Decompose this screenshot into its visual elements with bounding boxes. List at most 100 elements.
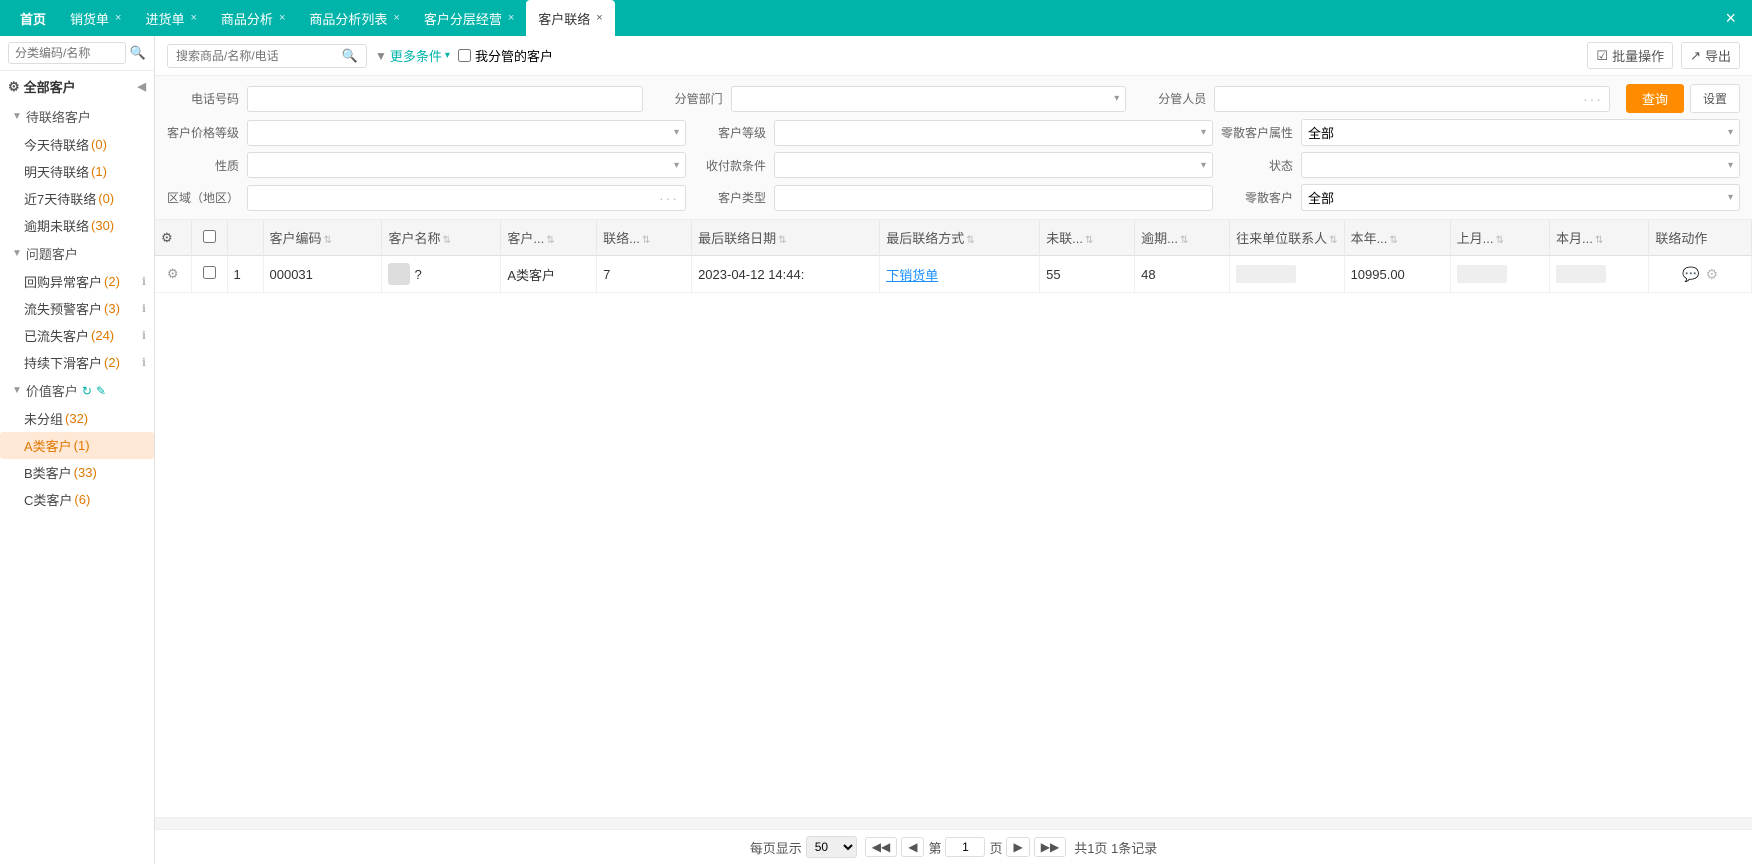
last-date-column-header[interactable]: 最后联络日期⇅ xyxy=(692,220,880,256)
more-icon: ··· xyxy=(1583,91,1603,107)
sidebar-item-declining[interactable]: 持续下滑客户(2) ℹ xyxy=(0,349,154,376)
name-column-header[interactable]: 客户名称⇅ xyxy=(382,220,501,256)
more-conditions-button[interactable]: ▼ 更多条件 ▾ xyxy=(375,46,450,65)
close-icon[interactable]: × xyxy=(190,12,196,24)
horizontal-scrollbar[interactable] xyxy=(155,817,1752,829)
nav-tab-home[interactable]: 首页 xyxy=(8,0,58,36)
my-customers-checkbox-input[interactable] xyxy=(458,49,471,62)
row-index: 1 xyxy=(227,256,263,293)
close-icon[interactable]: × xyxy=(279,12,285,24)
select-all-checkbox[interactable] xyxy=(203,230,216,243)
overdue-column-header[interactable]: 逾期...⇅ xyxy=(1135,220,1230,256)
last-month-column-header[interactable]: 上月...⇅ xyxy=(1450,220,1549,256)
chevron-down-icon: ▾ xyxy=(1201,127,1206,138)
unit-contact-column-header[interactable]: 往来单位联系人⇅ xyxy=(1230,220,1344,256)
row-checkbox-cell[interactable] xyxy=(191,256,227,293)
sidebar-item-overdue[interactable]: 逾期未联络(30) xyxy=(0,212,154,239)
my-customers-checkbox[interactable]: 我分管的客户 xyxy=(458,46,553,65)
status-field: 状态 ▾ xyxy=(1221,152,1740,178)
refresh-icon[interactable]: ↻ xyxy=(82,384,92,398)
settings-button[interactable]: 设置 xyxy=(1690,84,1740,113)
chevron-down-icon: ▾ xyxy=(1114,93,1119,104)
settings-column-header[interactable]: ⚙ xyxy=(155,220,191,256)
phone-input[interactable] xyxy=(247,86,643,112)
code-column-header[interactable]: 客户编码⇅ xyxy=(263,220,382,256)
sidebar-search-input[interactable] xyxy=(8,42,126,64)
row-name[interactable]: ? xyxy=(382,256,501,293)
first-page-button[interactable]: ◀◀ xyxy=(865,837,897,857)
row-last-date: 2023-04-12 14:44: xyxy=(692,256,880,293)
all-customers-header[interactable]: ⚙ 全部客户 ◀ xyxy=(0,71,154,102)
sidebar-item-class-a[interactable]: A类客户(1) xyxy=(0,432,154,459)
close-icon[interactable]: × xyxy=(596,12,602,24)
page-size-select-input[interactable]: 50 100 200 xyxy=(806,836,857,858)
nav-tab-customer-contact[interactable]: 客户联络 × xyxy=(526,0,614,36)
contact-column-header[interactable]: 联络...⇅ xyxy=(597,220,692,256)
export-button[interactable]: ↗ 导出 xyxy=(1681,42,1740,69)
close-icon[interactable]: × xyxy=(115,12,121,24)
sidebar-search-button[interactable]: 🔍 xyxy=(130,45,146,61)
customer-type-field: 客户类型 xyxy=(694,185,1213,211)
sidebar-item-churn-warning[interactable]: 流失预警客户(3) ℹ xyxy=(0,295,154,322)
close-window-button[interactable]: × xyxy=(1717,8,1744,29)
filter-search-input[interactable] xyxy=(176,49,342,63)
price-level-select[interactable]: ▾ xyxy=(247,120,686,146)
sidebar: 🔍 ⚙ 全部客户 ◀ ▼ 待联络客户 今天待联络(0) 明天待联络(1) 近7天… xyxy=(0,36,155,864)
this-month-column-header[interactable]: 本月...⇅ xyxy=(1549,220,1648,256)
prev-page-button[interactable]: ◀ xyxy=(901,837,924,857)
status-select[interactable]: ▾ xyxy=(1301,152,1740,178)
row-gear[interactable]: ⚙ xyxy=(155,256,191,293)
sidebar-item-today[interactable]: 今天待联络(0) xyxy=(0,131,154,158)
sort-icon: ⇅ xyxy=(1389,235,1397,246)
checkbox-column-header[interactable] xyxy=(191,220,227,256)
sidebar-item-class-c[interactable]: C类客户(6) xyxy=(0,486,154,513)
nav-tab-customer-segment[interactable]: 客户分层经营 × xyxy=(412,0,526,36)
close-icon[interactable]: × xyxy=(508,12,514,24)
nav-tab-analysis-list[interactable]: 商品分析列表 × xyxy=(297,0,411,36)
query-button[interactable]: 查询 xyxy=(1626,84,1684,113)
pending-group-label[interactable]: ▼ 待联络客户 xyxy=(0,102,154,131)
nature-select[interactable]: ▾ xyxy=(247,152,686,178)
customer-type-input[interactable] xyxy=(774,185,1213,211)
arrow-down-icon: ▼ xyxy=(12,248,22,259)
last-method-column-header[interactable]: 最后联络方式⇅ xyxy=(880,220,1040,256)
retail-attr-select[interactable]: 全部 ▾ xyxy=(1301,119,1740,146)
no-contact-column-header[interactable]: 未联...⇅ xyxy=(1040,220,1135,256)
this-year-column-header[interactable]: 本年...⇅ xyxy=(1344,220,1450,256)
comment-icon[interactable]: 💬 xyxy=(1682,266,1699,283)
batch-operation-button[interactable]: ☑ 批量操作 xyxy=(1587,42,1673,69)
next-page-button[interactable]: ▶ xyxy=(1006,837,1029,857)
chevron-down-icon: ▾ xyxy=(445,50,450,61)
sidebar-item-tomorrow[interactable]: 明天待联络(1) xyxy=(0,158,154,185)
nav-tab-sales[interactable]: 销货单 × xyxy=(58,0,133,36)
chevron-down-icon: ▾ xyxy=(1728,127,1733,138)
sidebar-item-7days[interactable]: 近7天待联络(0) xyxy=(0,185,154,212)
row-checkbox[interactable] xyxy=(203,266,216,279)
row-last-method[interactable]: 下销货单 xyxy=(880,256,1040,293)
category-column-header[interactable]: 客户...⇅ xyxy=(501,220,597,256)
collapse-icon[interactable]: ◀ xyxy=(138,80,146,93)
customer-level-select[interactable]: ▾ xyxy=(774,120,1213,146)
dept-select[interactable]: ▾ xyxy=(731,86,1127,112)
retail-customer-select[interactable]: 全部 ▾ xyxy=(1301,184,1740,211)
person-input[interactable]: ··· xyxy=(1214,86,1610,112)
problem-group-label[interactable]: ▼ 问题客户 xyxy=(0,239,154,268)
close-icon[interactable]: × xyxy=(393,12,399,24)
edit-icon[interactable]: ✎ xyxy=(96,384,106,398)
sidebar-item-churned[interactable]: 已流失客户(24) ℹ xyxy=(0,322,154,349)
sidebar-item-repurchase-abnormal[interactable]: 回购异常客户(2) ℹ xyxy=(0,268,154,295)
payment-select[interactable]: ▾ xyxy=(774,152,1213,178)
region-input[interactable]: ··· xyxy=(247,185,686,211)
search-icon[interactable]: 🔍 xyxy=(342,48,358,64)
nav-tab-purchase[interactable]: 进货单 × xyxy=(133,0,208,36)
last-page-button[interactable]: ▶▶ xyxy=(1034,837,1066,857)
nav-tab-analysis[interactable]: 商品分析 × xyxy=(209,0,297,36)
value-group-label[interactable]: ▼ 价值客户 ↻ ✎ xyxy=(0,376,154,405)
settings-action-icon[interactable]: ⚙ xyxy=(1706,266,1719,283)
sidebar-item-unclassified[interactable]: 未分组(32) xyxy=(0,405,154,432)
sort-icon: ⇅ xyxy=(546,235,554,246)
bottom-bar: 每页显示 50 100 200 ◀◀ ◀ 第 页 ▶ ▶▶ 共1页 1条记录 xyxy=(155,829,1752,864)
sidebar-item-class-b[interactable]: B类客户(33) xyxy=(0,459,154,486)
page-number-input[interactable] xyxy=(945,837,985,857)
row-code[interactable]: 000031 xyxy=(263,256,382,293)
